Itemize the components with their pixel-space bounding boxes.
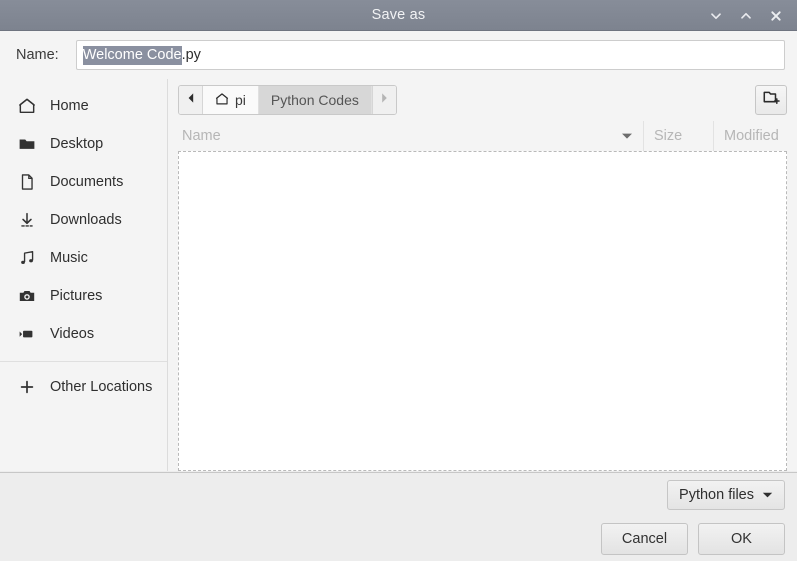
column-header-name[interactable]: Name [178, 121, 643, 151]
column-header-size[interactable]: Size [643, 121, 713, 151]
sidebar-item-label: Desktop [50, 136, 104, 152]
sidebar-divider [0, 361, 167, 362]
camera-icon [16, 285, 38, 307]
breadcrumb-label: pi [235, 92, 246, 108]
folder-icon [16, 133, 38, 155]
filename-input[interactable]: Welcome Code .py [75, 40, 785, 70]
cancel-button[interactable]: Cancel [601, 523, 688, 555]
file-list[interactable] [178, 151, 787, 471]
path-toolbar: pi Python Codes [168, 79, 797, 121]
close-icon [769, 9, 783, 23]
sidebar-item-label: Music [50, 250, 88, 266]
chevron-down-icon [762, 487, 773, 503]
breadcrumb-label: Python Codes [270, 92, 359, 108]
sidebar-item-label: Downloads [50, 212, 122, 228]
sidebar-item-label: Other Locations [50, 379, 153, 395]
sidebar-item-label: Documents [50, 174, 124, 190]
file-list-headers: Name Size Modified [178, 121, 787, 151]
sidebar-item-label: Pictures [50, 288, 103, 304]
sidebar-item-other-locations[interactable]: Other Locations [0, 368, 167, 406]
window-controls [701, 0, 791, 31]
maximize-button[interactable] [731, 0, 761, 31]
sidebar-item-pictures[interactable]: Pictures [0, 277, 167, 315]
column-header-label: Name [182, 128, 221, 144]
file-type-filter-label: Python files [679, 487, 754, 503]
plus-icon [16, 376, 38, 398]
file-type-filter-dropdown[interactable]: Python files [667, 480, 785, 510]
breadcrumb-crumb-pi[interactable]: pi [203, 86, 259, 114]
breadcrumb-back-button[interactable] [179, 86, 203, 114]
sidebar-item-label: Videos [50, 326, 95, 342]
close-button[interactable] [761, 0, 791, 31]
music-note-icon [16, 247, 38, 269]
chevron-up-icon [739, 9, 753, 23]
filename-extension-text: .py [181, 47, 201, 63]
sidebar-item-label: Home [50, 98, 89, 114]
column-header-label: Modified [724, 128, 779, 144]
sidebar-item-downloads[interactable]: Downloads [0, 201, 167, 239]
create-folder-icon [762, 88, 781, 112]
save-as-dialog: Save as Name: Welcome Code .py Home Desk… [0, 0, 797, 561]
sidebar-item-documents[interactable]: Documents [0, 163, 167, 201]
name-row: Name: Welcome Code .py [0, 31, 797, 79]
right-triangle-icon [379, 91, 389, 109]
sidebar-item-home[interactable]: Home [0, 87, 167, 125]
filter-row: Python files [667, 480, 785, 510]
name-label: Name: [16, 47, 59, 63]
file-list-container: Name Size Modified [178, 121, 787, 471]
dialog-footer: Python files Cancel OK [0, 472, 797, 561]
breadcrumb-forward-button[interactable] [371, 86, 396, 114]
sidebar-item-desktop[interactable]: Desktop [0, 125, 167, 163]
breadcrumb-crumb-python-codes[interactable]: Python Codes [258, 86, 372, 114]
dialog-actions: Cancel OK [601, 523, 785, 555]
breadcrumb: pi Python Codes [178, 85, 397, 115]
dialog-body: Home Desktop Documents Downloads Music P… [0, 79, 797, 472]
minimize-button[interactable] [701, 0, 731, 31]
create-folder-button[interactable] [755, 85, 787, 115]
download-icon [16, 209, 38, 231]
document-icon [16, 171, 38, 193]
titlebar: Save as [0, 0, 797, 31]
window-title: Save as [371, 7, 426, 23]
home-icon [16, 95, 38, 117]
column-header-modified[interactable]: Modified [713, 121, 787, 151]
left-triangle-icon [186, 91, 196, 109]
column-header-label: Size [654, 128, 683, 144]
places-list: Home Desktop Documents Downloads Music P… [0, 87, 167, 406]
ok-button[interactable]: OK [698, 523, 785, 555]
home-icon [215, 92, 229, 109]
chevron-down-icon [709, 9, 723, 23]
file-browser-pane: pi Python Codes Name Size Modified [168, 79, 797, 471]
filename-selected-text: Welcome Code [82, 45, 182, 65]
sidebar-item-music[interactable]: Music [0, 239, 167, 277]
video-camera-icon [16, 323, 38, 345]
places-sidebar: Home Desktop Documents Downloads Music P… [0, 79, 168, 471]
sort-descending-icon [621, 132, 633, 140]
sidebar-item-videos[interactable]: Videos [0, 315, 167, 353]
